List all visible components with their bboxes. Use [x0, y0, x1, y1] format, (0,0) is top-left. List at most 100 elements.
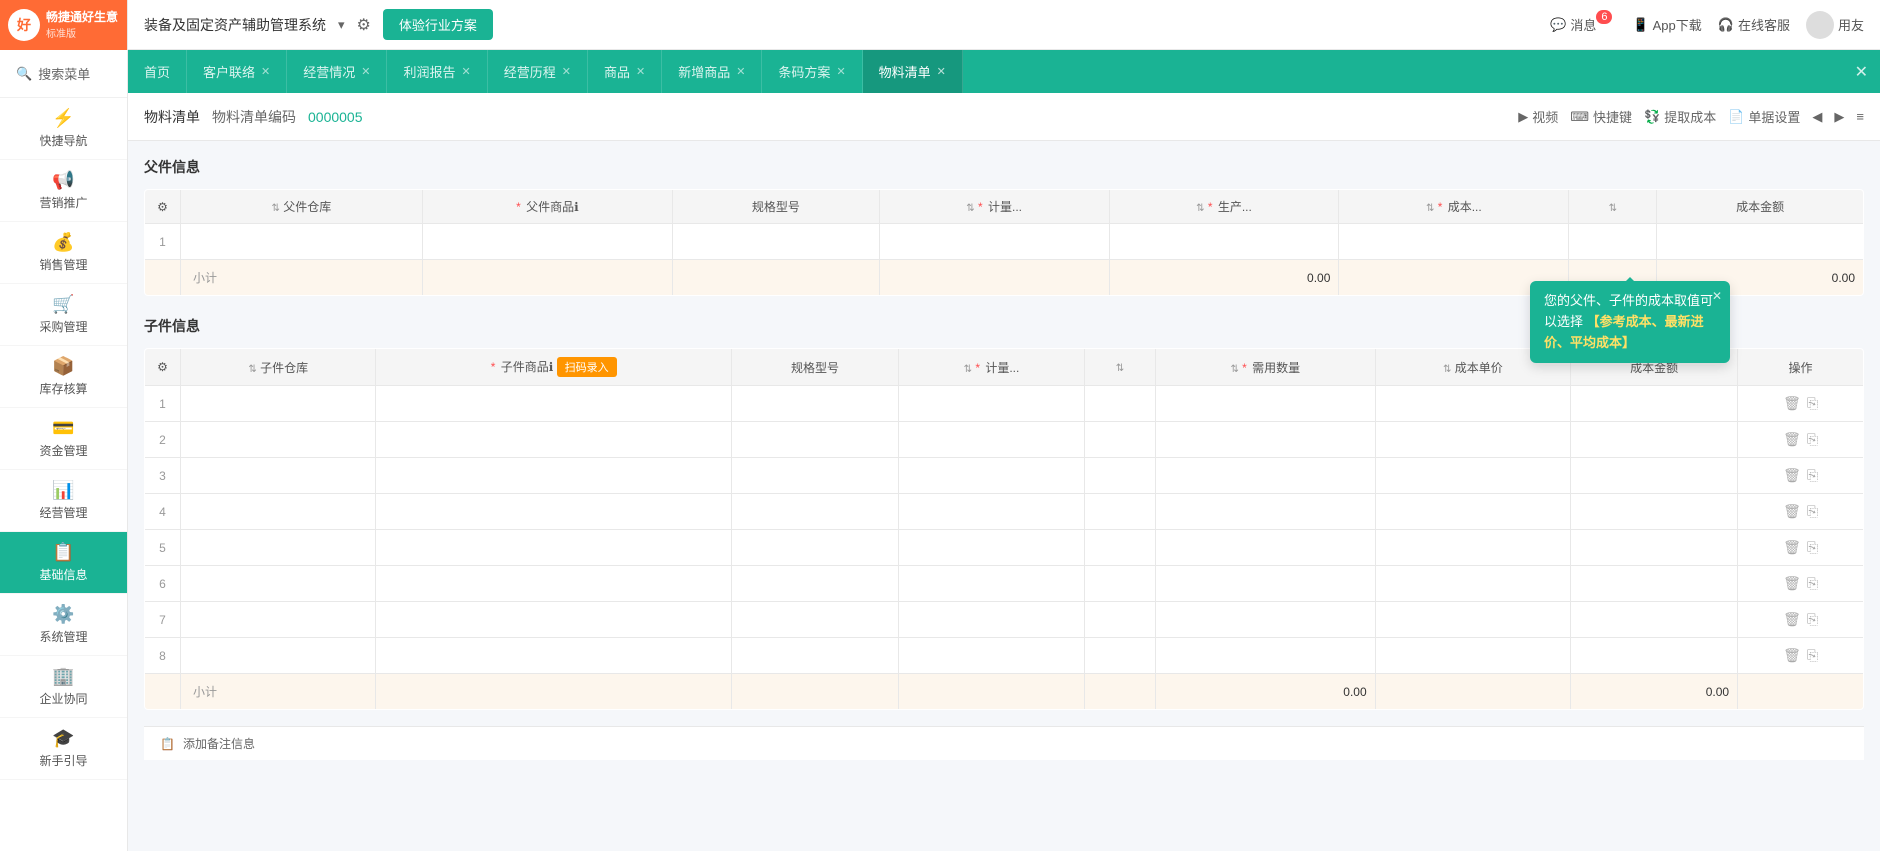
action-settings[interactable]: 📄 单据设置 [1728, 107, 1800, 126]
copy-icon[interactable]: ⎘ [1807, 503, 1818, 520]
parent-spec-cell[interactable] [673, 224, 880, 260]
parent-col-production: ⇅ * 生产... [1109, 190, 1339, 224]
tab-close-icon[interactable]: ✕ [462, 65, 471, 78]
sidebar-item-operations[interactable]: 📊 经营管理 [0, 470, 127, 532]
child-goods-2[interactable] [376, 422, 732, 458]
parent-production-cell[interactable] [1109, 224, 1339, 260]
delete-icon[interactable]: 🗑 [1783, 431, 1801, 448]
child-goods-1[interactable] [376, 386, 732, 422]
child-extra-2[interactable] [1084, 422, 1155, 458]
tab-profit[interactable]: 利润报告 ✕ [387, 50, 487, 93]
delete-icon[interactable]: 🗑 [1783, 647, 1801, 664]
sidebar-item-inventory[interactable]: 📦 库存核算 [0, 346, 127, 408]
sidebar-item-quick-nav[interactable]: ⚡ 快捷导航 [0, 98, 127, 160]
finance-icon: 💳 [52, 418, 74, 439]
tab-close-icon[interactable]: ✕ [361, 65, 370, 78]
copy-icon[interactable]: ⎘ [1807, 611, 1818, 628]
delete-icon[interactable]: 🗑 [1783, 575, 1801, 592]
child-extra-1[interactable] [1084, 386, 1155, 422]
child-qty-2[interactable] [1155, 422, 1375, 458]
tab-barcode[interactable]: 条码方案 ✕ [762, 50, 862, 93]
sidebar-item-marketing[interactable]: 📢 营销推广 [0, 160, 127, 222]
child-col-settings[interactable]: ⚙ [145, 349, 181, 386]
tab-close-icon[interactable]: ✕ [562, 65, 571, 78]
sidebar-item-label: 基础信息 [39, 566, 87, 583]
child-spec-1[interactable] [732, 386, 899, 422]
tab-close-icon[interactable]: ✕ [636, 65, 645, 78]
row-num: 1 [145, 224, 181, 260]
sidebar-item-enterprise[interactable]: 🏢 企业协同 [0, 656, 127, 718]
delete-icon[interactable]: 🗑 [1783, 503, 1801, 520]
sidebar-item-label: 企业协同 [39, 690, 87, 707]
child-col-actions: 操作 [1738, 349, 1864, 386]
copy-icon[interactable]: ⎘ [1807, 431, 1818, 448]
settings-icon[interactable]: ⚙ [357, 15, 371, 35]
view-toggle[interactable]: ≡ [1856, 109, 1864, 124]
child-warehouse-1[interactable] [181, 386, 376, 422]
parent-extra-cell[interactable] [1569, 224, 1657, 260]
child-warehouse-2[interactable] [181, 422, 376, 458]
delete-icon[interactable]: 🗑 [1783, 611, 1801, 628]
tab-customer[interactable]: 客户联络 ✕ [187, 50, 287, 93]
delete-icon[interactable]: 🗑 [1783, 467, 1801, 484]
nav-tabs: 首页 客户联络 ✕ 经营情况 ✕ 利润报告 ✕ 经营历程 ✕ 商品 ✕ 新增商品… [128, 50, 1880, 93]
delete-icon[interactable]: 🗑 [1783, 395, 1801, 412]
copy-icon[interactable]: ⎘ [1807, 647, 1818, 664]
child-col-goods: * 子件商品ℹ 扫码录入 [376, 349, 732, 386]
tab-history[interactable]: 经营历程 ✕ [488, 50, 588, 93]
child-spec-2[interactable] [732, 422, 899, 458]
pagination-prev[interactable]: ◀ [1812, 109, 1822, 125]
child-unit-2[interactable] [899, 422, 1085, 458]
child-unit-cost-1[interactable] [1375, 386, 1570, 422]
user-action[interactable]: 用友 [1806, 11, 1864, 39]
tab-goods[interactable]: 商品 ✕ [588, 50, 662, 93]
online-service-action[interactable]: 🎧 在线客服 [1718, 15, 1790, 34]
tab-home[interactable]: 首页 [128, 50, 187, 93]
search-button[interactable]: 🔍 搜索菜单 [8, 58, 119, 89]
sidebar-item-finance[interactable]: 💳 资金管理 [0, 408, 127, 470]
sidebar-item-label: 销售管理 [39, 256, 87, 273]
child-col-unit: ⇅ * 计量... [899, 349, 1085, 386]
tab-close-icon[interactable]: ✕ [261, 65, 270, 78]
marketing-icon: 📢 [52, 170, 74, 191]
sidebar-item-purchase[interactable]: 🛒 采购管理 [0, 284, 127, 346]
parent-col-settings[interactable]: ⚙ [145, 190, 181, 224]
action-shortcut[interactable]: ⌨ 快捷键 [1570, 107, 1632, 126]
sales-icon: 💰 [52, 232, 74, 253]
sidebar-item-system[interactable]: ⚙️ 系统管理 [0, 594, 127, 656]
tab-close-active-icon[interactable]: ✕ [937, 65, 946, 78]
sidebar-item-guide[interactable]: 🎓 新手引导 [0, 718, 127, 780]
copy-icon[interactable]: ⎘ [1807, 467, 1818, 484]
tab-close-icon[interactable]: ✕ [836, 65, 845, 78]
delete-icon[interactable]: 🗑 [1783, 539, 1801, 556]
copy-icon[interactable]: ⎘ [1807, 575, 1818, 592]
system-dropdown[interactable]: ▾ [338, 17, 345, 33]
pagination-next[interactable]: ▶ [1834, 109, 1844, 125]
child-qty-1[interactable] [1155, 386, 1375, 422]
parent-goods-cell[interactable] [422, 224, 672, 260]
copy-icon[interactable]: ⎘ [1807, 395, 1818, 412]
sidebar-item-basic-info[interactable]: 📋 基础信息 [0, 532, 127, 594]
parent-unit-cell[interactable] [879, 224, 1109, 260]
tab-bom[interactable]: 物料清单 ✕ [863, 50, 963, 93]
copy-icon[interactable]: ⎘ [1807, 539, 1818, 556]
child-unit-cost-2[interactable] [1375, 422, 1570, 458]
tab-close-icon[interactable]: ✕ [736, 65, 745, 78]
action-view[interactable]: ▶ 视频 [1518, 107, 1558, 126]
trial-button[interactable]: 体验行业方案 [383, 9, 493, 40]
tooltip-close-button[interactable]: ✕ [1712, 287, 1722, 306]
search-label: 搜索菜单 [38, 64, 90, 83]
message-action[interactable]: 💬 消息 6 [1550, 15, 1616, 34]
parent-cost-cell[interactable] [1339, 224, 1569, 260]
app-download-action[interactable]: 📱 App下载 [1632, 15, 1701, 34]
tab-add-goods[interactable]: 新增商品 ✕ [662, 50, 762, 93]
child-unit-1[interactable] [899, 386, 1085, 422]
scan-button[interactable]: 扫码录入 [557, 357, 617, 377]
sidebar-item-sales[interactable]: 💰 销售管理 [0, 222, 127, 284]
logo-sub: 标准版 [46, 25, 118, 40]
action-cost[interactable]: 💱 提取成本 [1644, 107, 1716, 126]
parent-warehouse-cell[interactable] [181, 224, 423, 260]
tab-operations[interactable]: 经营情况 ✕ [287, 50, 387, 93]
parent-amount-cell [1657, 224, 1864, 260]
close-all-tabs[interactable]: ✕ [1843, 62, 1880, 82]
